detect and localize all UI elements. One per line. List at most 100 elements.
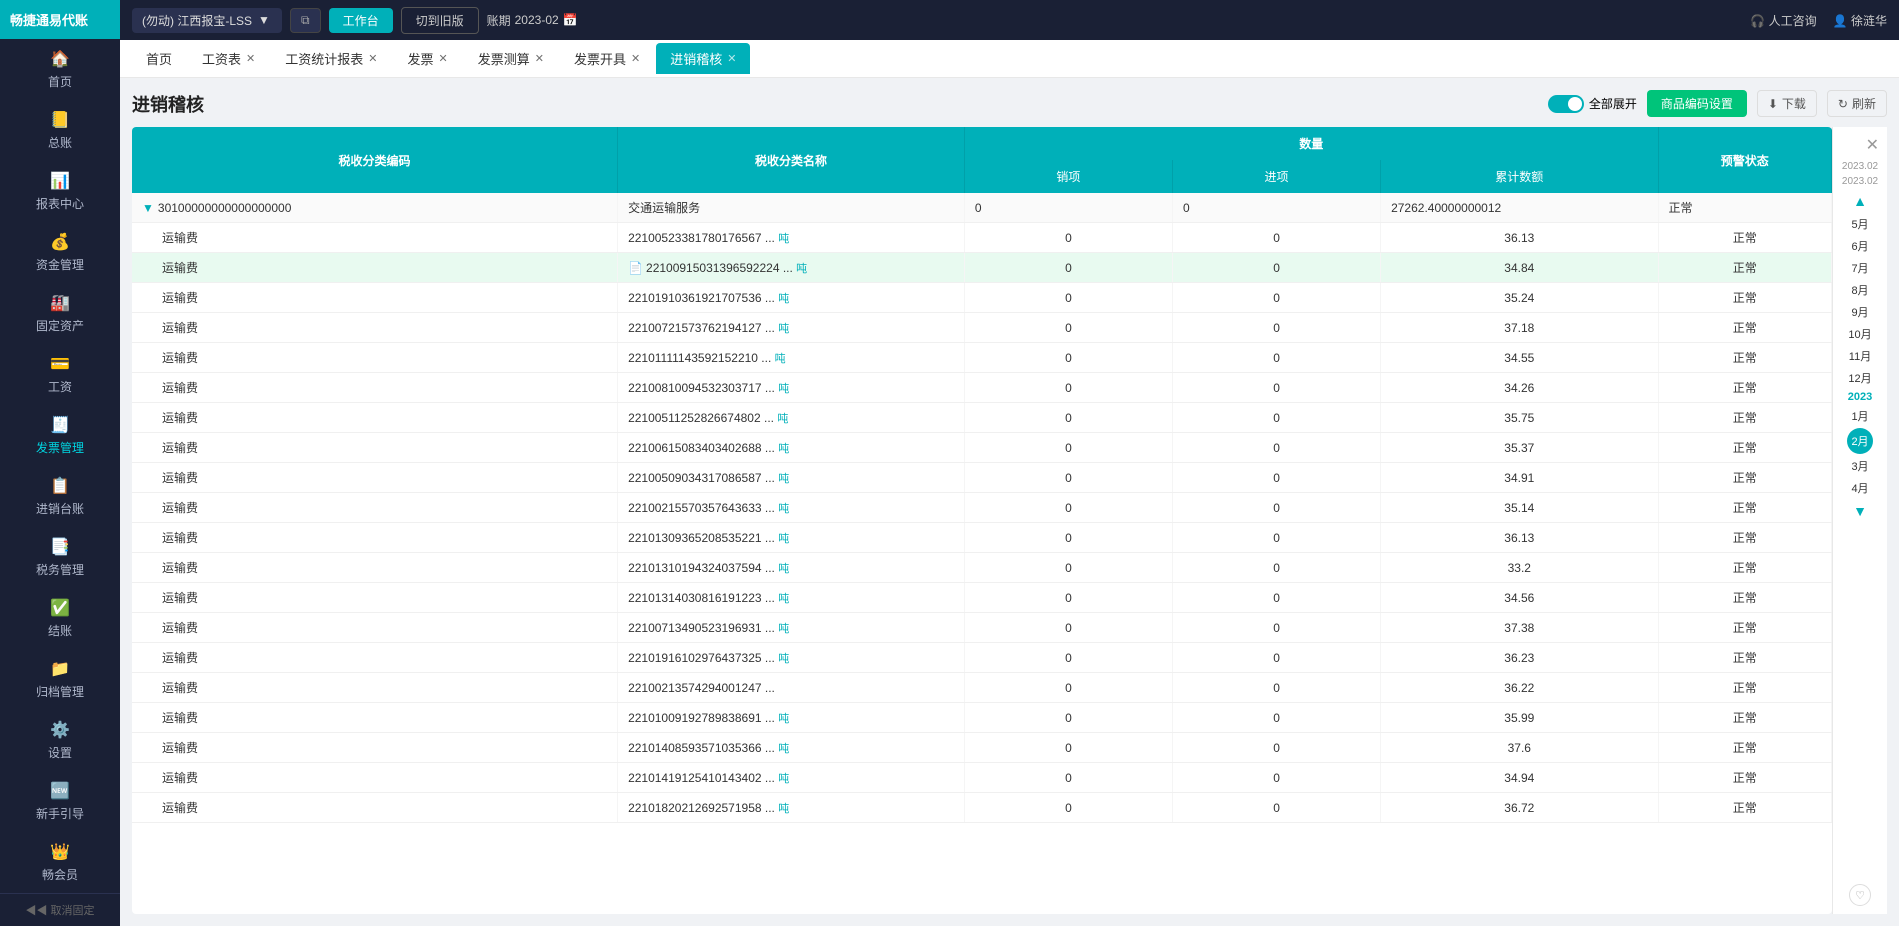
panel-up-arrow[interactable]: ▲ <box>1833 189 1887 213</box>
tab-reconcile[interactable]: 进销稽核✕ <box>656 43 750 74</box>
expand-toggle[interactable] <box>1548 95 1584 113</box>
item-invoice-cell: 22100509034317086587 ... 吨 <box>618 463 965 493</box>
tab-home[interactable]: 首页 <box>132 43 186 74</box>
tab-invoice-open[interactable]: 发票开具✕ <box>560 43 654 74</box>
month-3[interactable]: 3月 <box>1833 455 1887 477</box>
sidebar-item-reports[interactable]: 📊报表中心 <box>0 161 120 222</box>
sidebar-item-archive[interactable]: 📁归档管理 <box>0 649 120 710</box>
sidebar-icon-salary: 💳 <box>50 354 70 374</box>
heart-icon[interactable]: ♡ <box>1849 884 1871 906</box>
period-value: 2023-02 <box>515 13 559 27</box>
item-invoice-cell: 22101111143592152210 ... 吨 <box>618 343 965 373</box>
group-sales-cell: 0 <box>964 193 1172 223</box>
table-row: 运输费 22101314030816191223 ... 吨 0 0 34.56… <box>132 583 1832 613</box>
sidebar-item-salary[interactable]: 💳工资 <box>0 344 120 405</box>
item-sales-cell: 0 <box>964 553 1172 583</box>
month-8[interactable]: 8月 <box>1833 279 1887 301</box>
tab-close-salary-stat[interactable]: ✕ <box>368 52 377 65</box>
item-total-cell: 36.22 <box>1381 673 1658 703</box>
unit-label: 吨 <box>778 383 789 395</box>
support-button[interactable]: 🎧 人工咨询 <box>1750 12 1816 29</box>
sidebar-label-assets: 固定资产 <box>36 317 84 334</box>
unpin-button[interactable]: ◀◀ 取消固定 <box>0 893 120 926</box>
item-status-cell: 正常 <box>1658 223 1831 253</box>
user-menu[interactable]: 👤 徐涟华 <box>1833 12 1887 29</box>
table-row: 运输费 22100509034317086587 ... 吨 0 0 34.91… <box>132 463 1832 493</box>
period-text: 账期 <box>487 12 511 29</box>
item-sales-cell: 0 <box>964 643 1172 673</box>
item-total-cell: 35.37 <box>1381 433 1658 463</box>
table-row: 运输费 22100721573762194127 ... 吨 0 0 37.18… <box>132 313 1832 343</box>
item-status-cell: 正常 <box>1658 613 1831 643</box>
group-purchase-cell: 0 <box>1172 193 1380 223</box>
tab-close-salary[interactable]: ✕ <box>246 52 255 65</box>
month-2-active[interactable]: 2月 <box>1833 427 1887 455</box>
panel-down-arrow[interactable]: ▼ <box>1833 499 1887 523</box>
company-selector[interactable]: (勿动) 江西报宝-LSS ▼ <box>132 8 282 33</box>
item-invoice-cell: 22100721573762194127 ... 吨 <box>618 313 965 343</box>
close-panel-button[interactable]: ✕ <box>1833 131 1887 159</box>
month-12[interactable]: 12月 <box>1833 367 1887 389</box>
item-purchase-cell: 0 <box>1172 433 1380 463</box>
month-1[interactable]: 1月 <box>1833 405 1887 427</box>
workbench-button[interactable]: 工作台 <box>329 8 393 33</box>
month-7[interactable]: 7月 <box>1833 257 1887 279</box>
month-6[interactable]: 6月 <box>1833 235 1887 257</box>
sidebar-item-tax[interactable]: 📑税务管理 <box>0 527 120 588</box>
sidebar-label-funds: 资金管理 <box>36 256 84 273</box>
month-11[interactable]: 11月 <box>1833 345 1887 367</box>
month-10[interactable]: 10月 <box>1833 323 1887 345</box>
unit-label: 吨 <box>778 623 789 635</box>
sidebar-label-settings: 设置 <box>48 744 72 761</box>
tab-salary[interactable]: 工资表✕ <box>188 43 269 74</box>
month-9[interactable]: 9月 <box>1833 301 1887 323</box>
table-row: 运输费 22101910361921707536 ... 吨 0 0 35.24… <box>132 283 1832 313</box>
table-row: 运输费 22100713490523196931 ... 吨 0 0 37.38… <box>132 613 1832 643</box>
sidebar-item-guide[interactable]: 🆕新手引导 <box>0 771 120 832</box>
tab-close-invoice[interactable]: ✕ <box>439 52 448 65</box>
tab-salary-stat[interactable]: 工资统计报表✕ <box>271 43 391 74</box>
sidebar-item-settle[interactable]: ✅结账 <box>0 588 120 649</box>
item-total-cell: 36.13 <box>1381 523 1658 553</box>
table-row: ▼30100000000000000000 交通运输服务 0 0 27262.4… <box>132 193 1832 223</box>
sidebar-label-settle: 结账 <box>48 622 72 639</box>
sidebar-item-sales-ledger[interactable]: 📋进销台账 <box>0 466 120 527</box>
sidebar-item-assets[interactable]: 🏭固定资产 <box>0 283 120 344</box>
refresh-icon: ↻ <box>1838 97 1848 111</box>
item-status-cell: 正常 <box>1658 493 1831 523</box>
item-name-cell: 运输费 <box>132 223 618 253</box>
month-5[interactable]: 5月 <box>1833 213 1887 235</box>
sidebar-icon-invoice-mgmt: 🧾 <box>50 415 70 435</box>
tab-close-invoice-calc[interactable]: ✕ <box>535 52 544 65</box>
item-name-cell: 运输费 <box>132 553 618 583</box>
sidebar-label-tax: 税务管理 <box>36 561 84 578</box>
unit-label: 吨 <box>778 533 789 545</box>
sidebar-item-home[interactable]: 🏠首页 <box>0 39 120 100</box>
item-total-cell: 36.13 <box>1381 223 1658 253</box>
item-total-cell: 37.18 <box>1381 313 1658 343</box>
sidebar-item-settings[interactable]: ⚙️设置 <box>0 710 120 771</box>
download-button[interactable]: ⬇ 下载 <box>1757 90 1817 117</box>
item-sales-cell: 0 <box>964 613 1172 643</box>
collapse-icon[interactable]: ▼ <box>142 201 154 215</box>
month-4[interactable]: 4月 <box>1833 477 1887 499</box>
unit-label: 吨 <box>778 653 789 665</box>
tab-close-invoice-open[interactable]: ✕ <box>631 52 640 65</box>
item-purchase-cell: 0 <box>1172 463 1380 493</box>
tab-invoice-calc[interactable]: 发票测算✕ <box>464 43 558 74</box>
item-name-cell: 运输费 <box>132 313 618 343</box>
sidebar-item-funds[interactable]: 💰资金管理 <box>0 222 120 283</box>
sidebar-item-ledger[interactable]: 📒总账 <box>0 100 120 161</box>
item-status-cell: 正常 <box>1658 643 1831 673</box>
table-row: 运输费 22101009192789838691 ... 吨 0 0 35.99… <box>132 703 1832 733</box>
switch-version-button[interactable]: 切到旧版 <box>401 7 479 34</box>
refresh-button[interactable]: ↻ 刷新 <box>1827 90 1887 117</box>
product-code-settings-button[interactable]: 商品编码设置 <box>1647 90 1747 117</box>
sidebar-item-invoice-mgmt[interactable]: 🧾发票管理 <box>0 405 120 466</box>
copy-button[interactable]: ⧉ <box>290 8 321 33</box>
tab-invoice[interactable]: 发票✕ <box>393 43 461 74</box>
sidebar-item-member[interactable]: 👑畅会员 <box>0 832 120 893</box>
tab-close-reconcile[interactable]: ✕ <box>727 52 736 65</box>
calendar-icon[interactable]: 📅 <box>563 13 578 27</box>
item-sales-cell: 0 <box>964 253 1172 283</box>
